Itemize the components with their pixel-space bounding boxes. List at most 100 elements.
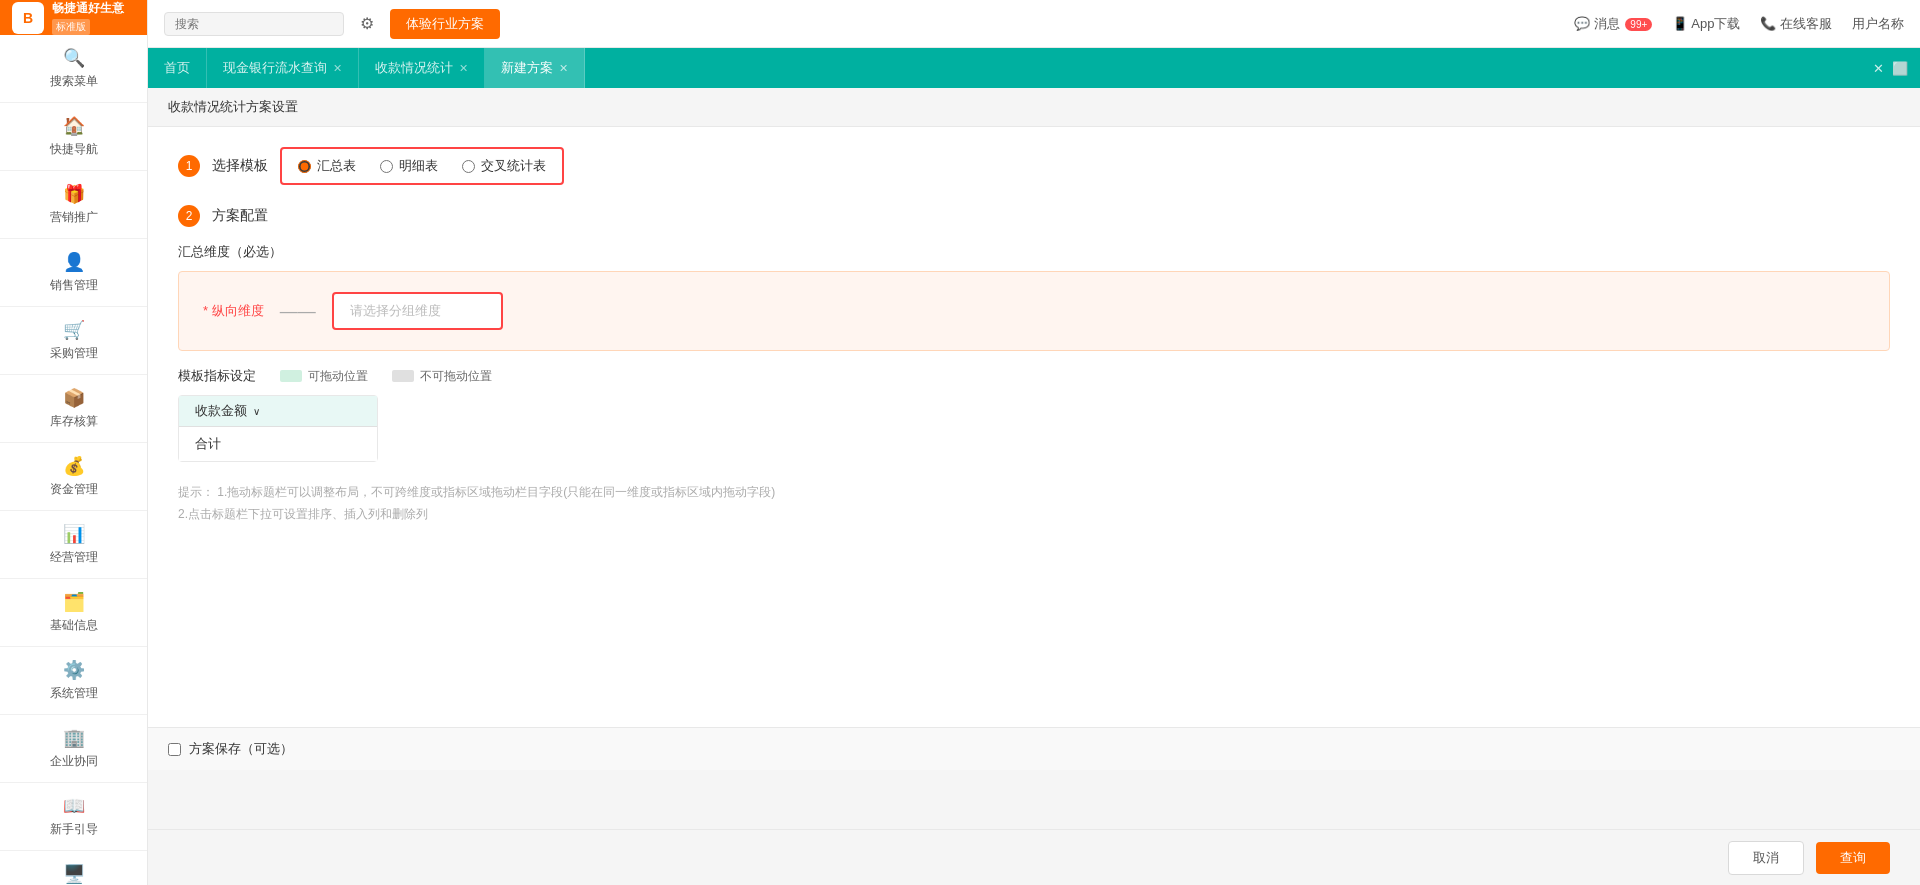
message-label: 消息 xyxy=(1594,16,1620,31)
logo-tag: 标准版 xyxy=(52,19,90,35)
chevron-down-icon: ∨ xyxy=(253,406,260,417)
step1-number: 1 xyxy=(178,155,200,177)
sidebar-item-quick-nav[interactable]: 🏠 快捷导航 xyxy=(0,103,147,171)
tab-bank-flow[interactable]: 现金银行流水查询 ✕ xyxy=(207,48,359,88)
service-icon: 📞 xyxy=(1760,16,1776,31)
sidebar: B 畅捷通好生意 标准版 🔍 搜索菜单 🏠 快捷导航 🎁 营销推广 👤 销售管理… xyxy=(0,0,148,885)
service-label: 在线客服 xyxy=(1780,16,1832,31)
sidebar-item-label: 系统管理 xyxy=(50,685,98,702)
sidebar-item-guide[interactable]: 📖 新手引导 xyxy=(0,783,147,851)
metrics-header[interactable]: 收款金额 ∨ xyxy=(179,396,377,427)
sidebar-item-label: 基础信息 xyxy=(50,617,98,634)
no-drag-label: 不可拖动位置 xyxy=(420,368,492,385)
step2-number: 2 xyxy=(178,205,200,227)
drag-indicator xyxy=(280,370,302,382)
topbar: ⚙ 体验行业方案 💬 消息 99+ 📱 App下载 📞 在线客服 用户名称 xyxy=(148,0,1920,48)
radio-cross[interactable] xyxy=(462,160,475,173)
settings-icon[interactable]: ⚙ xyxy=(360,14,374,33)
save-option: 方案保存（可选） xyxy=(148,727,1920,770)
sidebar-logo: B 畅捷通好生意 标准版 xyxy=(0,0,147,35)
money-icon: 💰 xyxy=(63,455,85,477)
metrics-title-bar: 模板指标设定 可拖动位置 不可拖动位置 xyxy=(178,367,1890,385)
tab-payment-stats[interactable]: 收款情况统计 ✕ xyxy=(359,48,485,88)
logo-text: 畅捷通好生意 标准版 xyxy=(52,0,124,35)
download-label: App下载 xyxy=(1691,16,1740,31)
sidebar-item-inventory[interactable]: 📦 库存核算 xyxy=(0,375,147,443)
sidebar-item-enterprise[interactable]: 🏢 企业协同 xyxy=(0,715,147,783)
folder-icon: 🗂️ xyxy=(63,591,85,613)
sidebar-item-label: 营销推广 xyxy=(50,209,98,226)
step1-title: 选择模板 xyxy=(212,157,268,175)
logo-icon: B xyxy=(12,2,44,34)
dimension-select[interactable]: 请选择分组维度 xyxy=(332,292,503,330)
main-area: ⚙ 体验行业方案 💬 消息 99+ 📱 App下载 📞 在线客服 用户名称 首页… xyxy=(148,0,1920,885)
config-subsection: 汇总维度（必选） * 纵向维度 —— 请选择分组维度 xyxy=(178,243,1890,351)
save-checkbox[interactable] xyxy=(168,743,181,756)
option-cross-label: 交叉统计表 xyxy=(481,157,546,175)
form-area: 1 选择模板 汇总表 明细表 交叉统计表 xyxy=(148,127,1920,727)
draggable-legend: 可拖动位置 xyxy=(280,368,368,385)
option-summary-label: 汇总表 xyxy=(317,157,356,175)
tip-line2: 2.点击标题栏下拉可设置排序、插入列和删除列 xyxy=(178,504,1890,526)
sidebar-item-marketing[interactable]: 🎁 营销推广 xyxy=(0,171,147,239)
page-title: 收款情况统计方案设置 xyxy=(148,88,1920,127)
cart-icon: 🛒 xyxy=(63,319,85,341)
maximize-icon[interactable]: ⬜ xyxy=(1892,61,1908,76)
save-option-label: 方案保存（可选） xyxy=(189,740,293,758)
tab-payment-stats-close[interactable]: ✕ xyxy=(459,62,468,75)
tips-section: 提示： 1.拖动标题栏可以调整布局，不可跨维度或指标区域拖动栏目字段(只能在同一… xyxy=(178,482,1890,525)
search-input[interactable] xyxy=(164,12,344,36)
monitor-icon: 🖥️ xyxy=(63,863,85,885)
sidebar-item-label: 企业协同 xyxy=(50,753,98,770)
template-options: 汇总表 明细表 交叉统计表 xyxy=(280,147,564,185)
sidebar-item-label: 采购管理 xyxy=(50,345,98,362)
tab-new-plan[interactable]: 新建方案 ✕ xyxy=(485,48,585,88)
app-download[interactable]: 📱 App下载 xyxy=(1672,15,1740,33)
box-icon: 📦 xyxy=(63,387,85,409)
draggable-label: 可拖动位置 xyxy=(308,368,368,385)
download-icon: 📱 xyxy=(1672,16,1688,31)
dimension-section-title: 汇总维度（必选） xyxy=(178,243,1890,261)
sidebar-item-basic-info[interactable]: 🗂️ 基础信息 xyxy=(0,579,147,647)
close-tab-icon[interactable]: ✕ xyxy=(1873,61,1884,76)
radio-detail[interactable] xyxy=(380,160,393,173)
tabbar-actions: ✕ ⬜ xyxy=(1861,48,1920,88)
tip-line1: 提示： 1.拖动标题栏可以调整布局，不可跨维度或指标区域拖动栏目字段(只能在同一… xyxy=(178,482,1890,504)
query-button[interactable]: 查询 xyxy=(1816,842,1890,874)
metrics-sub-row: 合计 xyxy=(195,436,221,451)
sidebar-item-operation[interactable]: 📊 经营管理 xyxy=(0,511,147,579)
sidebar-item-purchase[interactable]: 🛒 采购管理 xyxy=(0,307,147,375)
option-summary[interactable]: 汇总表 xyxy=(298,157,356,175)
metrics-title: 模板指标设定 xyxy=(178,367,256,385)
dimension-box: * 纵向维度 —— 请选择分组维度 xyxy=(178,271,1890,351)
option-cross[interactable]: 交叉统计表 xyxy=(462,157,546,175)
sidebar-item-label: 库存核算 xyxy=(50,413,98,430)
sidebar-item-system[interactable]: ⚙️ 系统管理 xyxy=(0,647,147,715)
sidebar-item-label: 经营管理 xyxy=(50,549,98,566)
tab-home-label: 首页 xyxy=(164,59,190,77)
cancel-button[interactable]: 取消 xyxy=(1728,841,1804,875)
trial-button[interactable]: 体验行业方案 xyxy=(390,9,500,39)
sidebar-item-hardware[interactable]: 🖥️ 智能硬件 xyxy=(0,851,147,885)
sidebar-item-search-menu[interactable]: 🔍 搜索菜单 xyxy=(0,35,147,103)
sidebar-item-label: 资金管理 xyxy=(50,481,98,498)
tab-bank-flow-close[interactable]: ✕ xyxy=(333,62,342,75)
tab-new-plan-close[interactable]: ✕ xyxy=(559,62,568,75)
tab-new-plan-label: 新建方案 xyxy=(501,59,553,77)
sidebar-item-label: 搜索菜单 xyxy=(50,73,98,90)
message-area[interactable]: 💬 消息 99+ xyxy=(1574,15,1652,33)
radio-summary[interactable] xyxy=(298,160,311,173)
metrics-header-label: 收款金额 xyxy=(195,402,247,420)
book-icon: 📖 xyxy=(63,795,85,817)
tab-home[interactable]: 首页 xyxy=(148,48,207,88)
building-icon: 🏢 xyxy=(63,727,85,749)
tab-payment-stats-label: 收款情况统计 xyxy=(375,59,453,77)
option-detail[interactable]: 明细表 xyxy=(380,157,438,175)
search-menu-icon: 🔍 xyxy=(63,47,85,69)
user-name[interactable]: 用户名称 xyxy=(1852,15,1904,33)
sidebar-item-sales[interactable]: 👤 销售管理 xyxy=(0,239,147,307)
online-service[interactable]: 📞 在线客服 xyxy=(1760,15,1832,33)
sidebar-item-finance[interactable]: 💰 资金管理 xyxy=(0,443,147,511)
option-detail-label: 明细表 xyxy=(399,157,438,175)
chart-icon: 📊 xyxy=(63,523,85,545)
